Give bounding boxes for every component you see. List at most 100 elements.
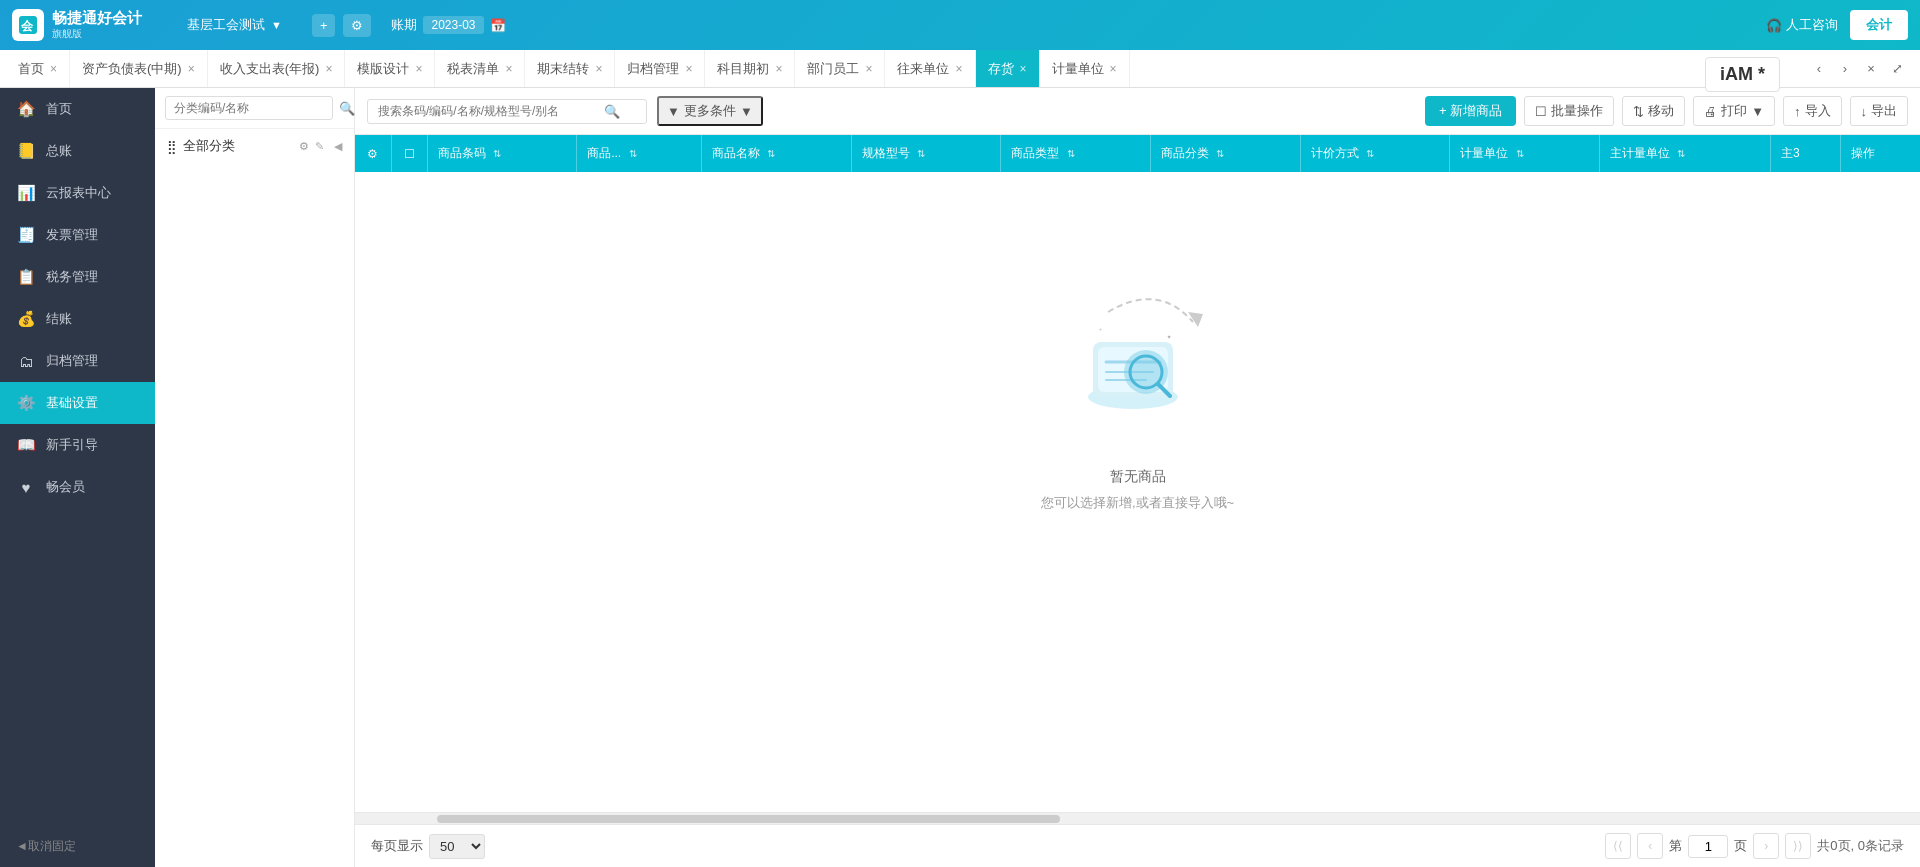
category-search-input[interactable] bbox=[165, 96, 333, 120]
tabs-prev-button[interactable]: ‹ bbox=[1808, 58, 1830, 80]
th-unit[interactable]: 计量单位 ⇅ bbox=[1450, 135, 1600, 172]
tab-close-inventory[interactable]: × bbox=[1020, 62, 1027, 76]
tab-dept-staff[interactable]: 部门员工 × bbox=[795, 50, 885, 88]
header-actions: + ⚙ bbox=[312, 14, 372, 37]
tab-homepage[interactable]: 首页 × bbox=[6, 50, 70, 88]
tab-close-contacts[interactable]: × bbox=[955, 62, 962, 76]
period-value: 2023-03 bbox=[423, 16, 483, 34]
prev-page-button[interactable]: ‹ bbox=[1637, 833, 1663, 859]
tab-close-archive[interactable]: × bbox=[685, 62, 692, 76]
tab-close-tax[interactable]: × bbox=[505, 62, 512, 76]
th-name[interactable]: 商品名称 ⇅ bbox=[702, 135, 852, 172]
tab-archive[interactable]: 归档管理 × bbox=[615, 50, 705, 88]
move-icon: ⇅ bbox=[1633, 104, 1644, 119]
tab-tax-list[interactable]: 税表清单 × bbox=[435, 50, 525, 88]
sidebar-item-guide[interactable]: 📖 新手引导 bbox=[0, 424, 155, 466]
logo-icon: 会 bbox=[12, 9, 44, 41]
scroll-thumb[interactable] bbox=[437, 815, 1060, 823]
tab-close-period[interactable]: × bbox=[595, 62, 602, 76]
gear-icon: ⚙ bbox=[351, 18, 363, 33]
th-type[interactable]: 商品类型 ⇅ bbox=[1001, 135, 1151, 172]
top-header: 会 畅捷通好会计 旗舰版 基层工会测试 ▼ + ⚙ 账期 2023-03 📅 🎧… bbox=[0, 0, 1920, 50]
sidebar-unpin-button[interactable]: ◄取消固定 bbox=[0, 826, 155, 867]
tabs-close-all-button[interactable]: × bbox=[1860, 58, 1882, 80]
service-button[interactable]: 🎧 人工咨询 bbox=[1766, 16, 1838, 34]
tab-close-balance[interactable]: × bbox=[188, 62, 195, 76]
tab-close-homepage[interactable]: × bbox=[50, 62, 57, 76]
th-price-method[interactable]: 计价方式 ⇅ bbox=[1300, 135, 1450, 172]
tab-contacts[interactable]: 往来单位 × bbox=[885, 50, 975, 88]
svg-text:⋆: ⋆ bbox=[1098, 325, 1103, 334]
period-area: 账期 2023-03 📅 bbox=[391, 16, 505, 34]
th-spec[interactable]: 规格型号 ⇅ bbox=[851, 135, 1001, 172]
sidebar-item-ledger[interactable]: 📒 总账 bbox=[0, 130, 155, 172]
sort-barcode-icon: ⇅ bbox=[493, 148, 501, 159]
sort-code-icon: ⇅ bbox=[629, 148, 637, 159]
company-selector[interactable]: 基层工会测试 ▼ bbox=[177, 12, 292, 38]
sidebar-item-close-account[interactable]: 💰 结账 bbox=[0, 298, 155, 340]
content-area: 🔍 ⣿ 全部分类 ⚙ ✎ ◀ 🔍 bbox=[155, 88, 1920, 867]
more-filter-button[interactable]: ▼ 更多条件 ▼ bbox=[657, 96, 763, 126]
sidebar-item-home[interactable]: 🏠 首页 bbox=[0, 88, 155, 130]
tab-close-income[interactable]: × bbox=[325, 62, 332, 76]
empty-illustration: ⋆ ⋆ bbox=[1038, 252, 1238, 452]
page-size-select[interactable]: 20 50 100 bbox=[429, 834, 485, 859]
tab-template-design[interactable]: 模版设计 × bbox=[345, 50, 435, 88]
category-edit-icon[interactable]: ✎ bbox=[315, 140, 324, 153]
sidebar-item-archive[interactable]: 🗂 归档管理 bbox=[0, 340, 155, 382]
add-tab-button[interactable]: + bbox=[312, 14, 336, 37]
last-page-button[interactable]: ⟩⟩ bbox=[1785, 833, 1811, 859]
tabs-next-button[interactable]: › bbox=[1834, 58, 1856, 80]
tab-unit[interactable]: 计量单位 × bbox=[1040, 50, 1130, 88]
bottom-bar: 每页显示 20 50 100 ⟨⟨ ‹ 第 页 › bbox=[355, 824, 1920, 867]
account-button[interactable]: 会计 bbox=[1850, 10, 1908, 40]
product-search-input[interactable] bbox=[378, 104, 598, 118]
th-main-unit[interactable]: 主计量单位 ⇅ bbox=[1600, 135, 1771, 172]
th-checkbox[interactable]: ☐ bbox=[391, 135, 427, 172]
category-all[interactable]: ⣿ 全部分类 ⚙ ✎ ◀ bbox=[155, 129, 354, 163]
tab-balance-sheet[interactable]: 资产负债表(中期) × bbox=[70, 50, 208, 88]
print-button[interactable]: 🖨 打印 ▼ bbox=[1693, 96, 1775, 126]
sidebar-item-invoice[interactable]: 🧾 发票管理 bbox=[0, 214, 155, 256]
page-label: 第 bbox=[1669, 837, 1682, 855]
move-button[interactable]: ⇅ 移动 bbox=[1622, 96, 1685, 126]
tab-close-subject[interactable]: × bbox=[775, 62, 782, 76]
import-button[interactable]: ↑ 导入 bbox=[1783, 96, 1842, 126]
th-category[interactable]: 商品分类 ⇅ bbox=[1151, 135, 1301, 172]
th-code[interactable]: 商品... ⇅ bbox=[577, 135, 702, 172]
add-product-button[interactable]: + 新增商品 bbox=[1425, 96, 1516, 126]
content-with-panel: 🔍 ⣿ 全部分类 ⚙ ✎ ◀ 🔍 bbox=[155, 88, 1920, 867]
sidebar-item-basic-settings[interactable]: ⚙️ 基础设置 bbox=[0, 382, 155, 424]
category-collapse-icon[interactable]: ◀ bbox=[334, 140, 342, 153]
tab-inventory[interactable]: 存货 × bbox=[976, 50, 1040, 88]
first-page-button[interactable]: ⟨⟨ bbox=[1605, 833, 1631, 859]
tab-close-template[interactable]: × bbox=[415, 62, 422, 76]
tab-income-report[interactable]: 收入支出表(年报) × bbox=[208, 50, 346, 88]
export-button[interactable]: ↓ 导出 bbox=[1850, 96, 1909, 126]
tabs-expand-button[interactable]: ⤢ bbox=[1886, 58, 1908, 80]
sidebar-item-cloud-reports[interactable]: 📊 云报表中心 bbox=[0, 172, 155, 214]
tab-period-end[interactable]: 期末结转 × bbox=[525, 50, 615, 88]
tabs-navigation: ‹ › × ⤢ bbox=[1802, 58, 1914, 80]
sidebar-item-member[interactable]: ♥ 畅会员 bbox=[0, 466, 155, 508]
tab-close-dept[interactable]: × bbox=[865, 62, 872, 76]
tab-close-unit[interactable]: × bbox=[1110, 62, 1117, 76]
product-search-icon[interactable]: 🔍 bbox=[604, 104, 620, 119]
th-barcode[interactable]: 商品条码 ⇅ bbox=[427, 135, 577, 172]
sidebar-item-tax[interactable]: 📋 税务管理 bbox=[0, 256, 155, 298]
th-col3[interactable]: 主3 bbox=[1771, 135, 1841, 172]
invoice-icon: 🧾 bbox=[16, 226, 36, 244]
settings-button[interactable]: ⚙ bbox=[343, 14, 371, 37]
th-settings[interactable]: ⚙ bbox=[355, 135, 391, 172]
empty-title: 暂无商品 bbox=[1110, 468, 1166, 486]
toolbar-right: + 新增商品 ☐ 批量操作 ⇅ 移动 🖨 打印 ▼ bbox=[1425, 96, 1908, 126]
next-page-button[interactable]: › bbox=[1753, 833, 1779, 859]
category-settings-icon[interactable]: ⚙ bbox=[299, 140, 309, 153]
page-input[interactable] bbox=[1688, 835, 1728, 858]
batch-operations-button[interactable]: ☐ 批量操作 bbox=[1524, 96, 1614, 126]
horizontal-scrollbar[interactable] bbox=[355, 812, 1920, 824]
tab-subject-init[interactable]: 科目期初 × bbox=[705, 50, 795, 88]
sort-main-unit-icon: ⇅ bbox=[1677, 148, 1685, 159]
category-search-button[interactable]: 🔍 bbox=[339, 101, 355, 116]
tabs-bar: 首页 × 资产负债表(中期) × 收入支出表(年报) × 模版设计 × 税表清单… bbox=[0, 50, 1920, 88]
